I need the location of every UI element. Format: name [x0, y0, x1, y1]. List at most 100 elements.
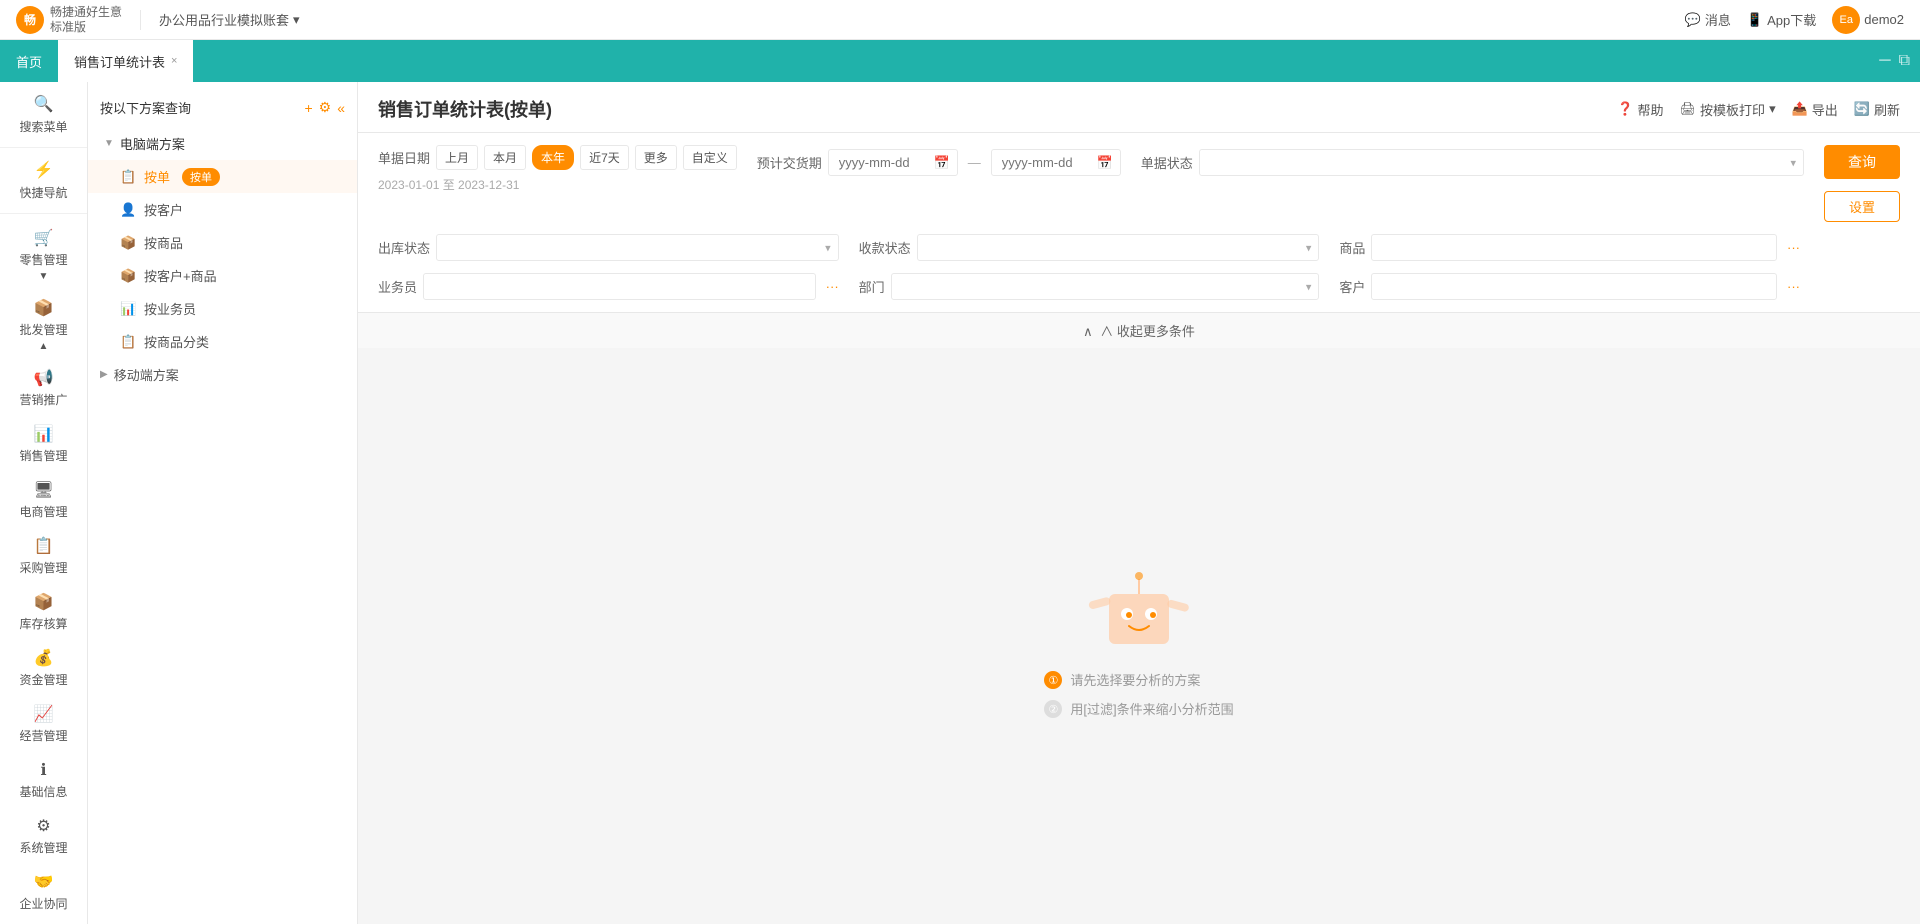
department-select[interactable]	[891, 273, 1320, 300]
sidebar-item-finance[interactable]: 💰 资金管理	[0, 638, 87, 694]
customer-filter-group: 客户 ···	[1339, 273, 1800, 300]
sidebar-item-search-menu[interactable]: 🔍 搜索菜单	[0, 82, 87, 148]
template-print-button[interactable]: 🖨 按模板打印 ▾	[1680, 100, 1776, 119]
main-layout: 🔍 搜索菜单 ⚡ 快捷导航 🛒 零售管理 ▼ 📦 批发管理 ▲ 📢 营销推广 📊…	[0, 82, 1920, 924]
salesperson-label: 业务员	[378, 277, 417, 296]
product-input[interactable]	[1371, 234, 1777, 261]
date-btn-7days[interactable]: 近7天	[580, 145, 629, 170]
order-status-select[interactable]	[1199, 149, 1804, 176]
product-filter-group: 商品 ···	[1339, 234, 1800, 261]
left-panel-title: 按以下方案查询	[100, 98, 296, 117]
tree-parent-label: 电脑端方案	[120, 134, 185, 153]
collapse-panel-button[interactable]: «	[337, 100, 345, 116]
date-btn-custom[interactable]: 自定义	[683, 145, 737, 170]
tab-active[interactable]: 销售订单统计表 ×	[58, 40, 193, 82]
settings-scheme-button[interactable]: ⚙	[319, 99, 332, 116]
by-order-icon: 📋	[120, 169, 136, 185]
wholesale-icon: 📦	[34, 298, 54, 318]
sidebar-item-wholesale-mgmt[interactable]: 📦 批发管理 ▲	[0, 288, 87, 358]
message-button[interactable]: 💬 消息	[1685, 10, 1731, 29]
step-num-1: ①	[1044, 671, 1062, 689]
sidebar-label: 经营管理	[19, 727, 67, 744]
sidebar-item-enterprise[interactable]: 🤝 企业协同	[0, 862, 87, 918]
mobile-section[interactable]: ▶ 移动端方案	[88, 358, 357, 391]
app-download-button[interactable]: 📱 App下载	[1747, 10, 1816, 29]
user-area[interactable]: Ea demo2	[1832, 6, 1904, 34]
retail-arrow-icon: ▼	[39, 271, 49, 282]
refresh-icon: 🔄	[1854, 101, 1870, 117]
logo-icon: 畅	[16, 6, 44, 34]
query-actions: 查询 设置	[1824, 145, 1900, 222]
app-arrow-icon: ▾	[293, 12, 300, 28]
date-btn-this-month[interactable]: 本月	[484, 145, 526, 170]
product-label: 商品	[1339, 238, 1365, 257]
tree-child-by-salesperson[interactable]: 📊 按业务员	[88, 292, 357, 325]
sidebar-item-quick-nav[interactable]: ⚡ 快捷导航	[0, 148, 87, 214]
by-product-icon: 📦	[120, 235, 136, 251]
export-icon: 📤	[1792, 101, 1808, 117]
date-label: 单据日期	[378, 148, 430, 167]
customer-dots[interactable]: ···	[1787, 279, 1800, 294]
tab-restore-icon[interactable]: ⧉	[1899, 52, 1910, 70]
sidebar-item-new-user[interactable]: 🎯 新手引导	[0, 918, 87, 924]
delivery-status-select[interactable]	[436, 234, 839, 261]
sidebar-item-sales-mgmt[interactable]: 📊 销售管理	[0, 414, 87, 470]
download-icon: 📱	[1747, 12, 1763, 28]
date-btn-this-year[interactable]: 本年	[532, 145, 574, 170]
refresh-button[interactable]: 🔄 刷新	[1854, 100, 1900, 119]
print-arrow-icon: ▾	[1769, 101, 1776, 117]
date-btn-last-month[interactable]: 上月	[436, 145, 478, 170]
page-title: 销售订单统计表(按单)	[378, 96, 552, 122]
sidebar-item-ops-mgmt[interactable]: 📈 经营管理	[0, 694, 87, 750]
tree-child-by-customer[interactable]: 👤 按客户	[88, 193, 357, 226]
export-button[interactable]: 📤 导出	[1792, 100, 1838, 119]
sidebar-item-retail-mgmt[interactable]: 🛒 零售管理 ▼	[0, 218, 87, 288]
payment-status-select[interactable]	[917, 234, 1320, 261]
sidebar-label: 零售管理	[19, 251, 67, 268]
tree-child-by-product[interactable]: 📦 按商品	[88, 226, 357, 259]
sidebar-item-ecom-mgmt[interactable]: 🖥 电商管理	[0, 470, 87, 526]
salesperson-dots[interactable]: ···	[826, 279, 839, 294]
sidebar-item-basic-info[interactable]: ℹ 基础信息	[0, 750, 87, 806]
page-header-actions: ❓ 帮助 🖨 按模板打印 ▾ 📤 导出 🔄 刷新	[1617, 100, 1900, 119]
sys-icon: ⚙	[36, 816, 50, 836]
tab-home[interactable]: 首页	[0, 40, 58, 82]
right-content: 销售订单统计表(按单) ❓ 帮助 🖨 按模板打印 ▾ 📤 导出	[358, 82, 1920, 924]
delivery-end-input[interactable]	[991, 149, 1121, 176]
sidebar-item-marketing[interactable]: 📢 营销推广	[0, 358, 87, 414]
payment-status-label: 收款状态	[859, 238, 911, 257]
tree-child-by-order[interactable]: 📋 按单 按单	[88, 160, 357, 193]
collapse-conditions-button[interactable]: ∧ ∧ 收起更多条件	[358, 312, 1920, 348]
sidebar-label: 资金管理	[19, 671, 67, 688]
tree-child-by-category[interactable]: 📋 按商品分类	[88, 325, 357, 358]
sidebar-item-inventory[interactable]: 📦 库存核算	[0, 582, 87, 638]
tree-parent-pc[interactable]: ▼ 电脑端方案	[88, 127, 357, 160]
wholesale-arrow-icon: ▲	[39, 341, 49, 352]
date-filter-group: 单据日期 上月 本月 本年 近7天 更多 自定义 2023-01-01 至 20…	[378, 145, 737, 193]
tree-child-by-cust-prod[interactable]: 📦 按客户+商品	[88, 259, 357, 292]
message-label: 消息	[1705, 10, 1731, 29]
retail-icon: 🛒	[34, 228, 54, 248]
add-scheme-button[interactable]: +	[304, 100, 312, 116]
delivery-start-input[interactable]	[828, 149, 958, 176]
sidebar-item-sys-mgmt[interactable]: ⚙ 系统管理	[0, 806, 87, 862]
sidebar-label: 电商管理	[19, 503, 67, 520]
setting-button[interactable]: 设置	[1824, 191, 1900, 222]
delivery-start-wrap: 📅	[828, 149, 958, 176]
product-dots[interactable]: ···	[1787, 240, 1800, 255]
sidebar-item-purchase-mgmt[interactable]: 📋 采购管理	[0, 526, 87, 582]
query-button[interactable]: 查询	[1824, 145, 1900, 179]
empty-illustration	[1079, 554, 1199, 654]
salesperson-input[interactable]	[423, 273, 816, 300]
date-btn-more[interactable]: 更多	[635, 145, 677, 170]
help-button[interactable]: ❓ 帮助	[1617, 100, 1663, 119]
by-category-label: 按商品分类	[144, 332, 209, 351]
help-icon: ❓	[1617, 101, 1633, 117]
tab-minimize-icon[interactable]: ─	[1879, 52, 1890, 70]
basic-icon: ℹ	[40, 760, 46, 780]
mobile-section-label: 移动端方案	[114, 365, 179, 384]
by-order-label: 按单	[144, 167, 170, 186]
app-selector[interactable]: 办公用品行业模拟账套 ▾	[159, 10, 300, 29]
tab-close-icon[interactable]: ×	[171, 55, 177, 67]
customer-input[interactable]	[1371, 273, 1777, 300]
